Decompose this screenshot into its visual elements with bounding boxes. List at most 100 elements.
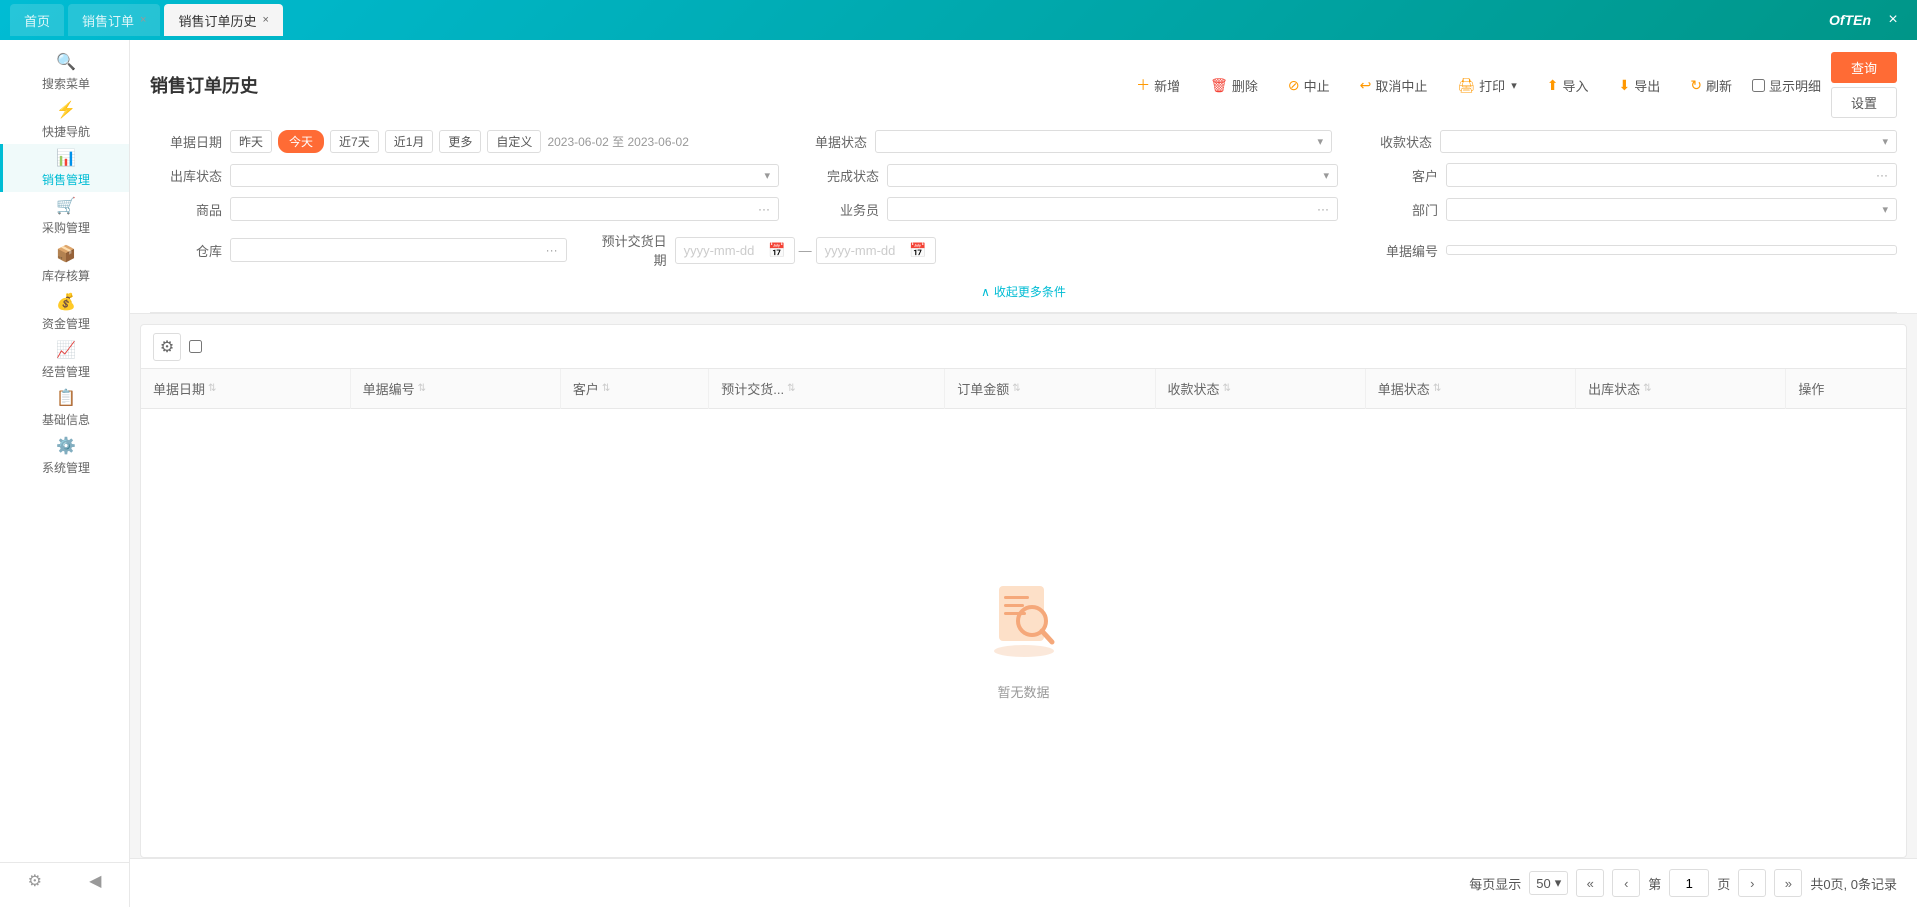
tab-sales-order-history[interactable]: 销售订单历史 × xyxy=(164,4,282,36)
page-number-input[interactable]: 1 xyxy=(1669,869,1709,897)
tab-sales-order-history-close[interactable]: × xyxy=(262,14,268,26)
sort-bill-status[interactable]: 单据状态 ⇅ xyxy=(1378,379,1441,398)
product-input[interactable]: ··· xyxy=(230,197,779,221)
payment-status-select[interactable]: ▾ xyxy=(1440,130,1897,153)
date-btn-today[interactable]: 今天 xyxy=(278,130,324,153)
date-btn-1month[interactable]: 近1月 xyxy=(385,130,434,153)
sidebar-item-search[interactable]: 🔍 搜索菜单 xyxy=(0,48,129,96)
prev-page-btn[interactable]: ‹ xyxy=(1612,869,1640,897)
delivery-date-filter: 预计交货日期 yyyy-mm-dd 📅 — yyyy-mm-dd 📅 xyxy=(595,231,1338,269)
delivery-end-calendar-icon[interactable]: 📅 xyxy=(909,242,926,259)
tab-sales-order-history-label: 销售订单历史 xyxy=(178,11,256,30)
delivery-end-date[interactable]: yyyy-mm-dd 📅 xyxy=(816,237,936,264)
tab-home[interactable]: 首页 xyxy=(10,4,64,36)
delivery-start-calendar-icon[interactable]: 📅 xyxy=(768,242,785,259)
cancel-stop-button[interactable]: ↩ 取消中止 xyxy=(1350,71,1438,100)
main-layout: 🔍 搜索菜单 ⚡ 快捷导航 📊 销售管理 🛒 采购管理 📦 库存核算 💰 资金管… xyxy=(0,40,1917,907)
stop-button[interactable]: ⊘ 中止 xyxy=(1278,71,1340,100)
completion-select[interactable]: ▾ xyxy=(887,164,1338,187)
product-more-icon[interactable]: ··· xyxy=(758,202,770,216)
date-btn-custom[interactable]: 自定义 xyxy=(487,130,541,153)
customer-input[interactable]: ··· xyxy=(1446,163,1897,187)
warehouse-more-icon[interactable]: ··· xyxy=(546,243,558,257)
table-section: ⚙ 单据日期 ⇅ 单据编号 xyxy=(140,324,1907,858)
sidebar-item-purchase-label: 采购管理 xyxy=(42,219,90,236)
import-icon: ⬆ xyxy=(1547,77,1559,94)
sort-outbound-status[interactable]: 出库状态 ⇅ xyxy=(1588,379,1651,398)
finance-icon: 💰 xyxy=(56,292,76,312)
sort-payment-status[interactable]: 收款状态 ⇅ xyxy=(1168,379,1231,398)
sidebar-item-quicknav[interactable]: ⚡ 快捷导航 xyxy=(0,96,129,144)
sidebar-item-basic-info[interactable]: 📋 基础信息 xyxy=(0,384,129,432)
sidebar-item-finance[interactable]: 💰 资金管理 xyxy=(0,288,129,336)
col-operations: 操作 xyxy=(1786,369,1906,409)
completion-label: 完成状态 xyxy=(807,166,879,185)
go-page-label: 第 xyxy=(1648,874,1661,893)
table-settings-btn[interactable]: ⚙ xyxy=(153,333,181,361)
sort-customer[interactable]: 客户 ⇅ xyxy=(573,379,610,398)
sales-icon: 📊 xyxy=(56,148,76,168)
sidebar-collapse-btn[interactable]: ◀ xyxy=(89,871,101,891)
customer-more-icon[interactable]: ··· xyxy=(1876,168,1888,182)
total-label: 共0页, 0条记录 xyxy=(1810,874,1897,893)
sidebar-item-system[interactable]: ⚙️ 系统管理 xyxy=(0,432,129,480)
outbound-status-select[interactable]: ▾ xyxy=(230,164,779,187)
delivery-start-date[interactable]: yyyy-mm-dd 📅 xyxy=(675,237,795,264)
query-button[interactable]: 查询 xyxy=(1831,52,1897,83)
sort-date[interactable]: 单据日期 ⇅ xyxy=(153,379,216,398)
sidebar-item-operations[interactable]: 📈 经营管理 xyxy=(0,336,129,384)
sort-delivery[interactable]: 预计交货... ⇅ xyxy=(721,379,795,398)
first-page-btn[interactable]: « xyxy=(1576,869,1604,897)
settings-button[interactable]: 设置 xyxy=(1831,87,1897,118)
sidebar-settings-btn[interactable]: ⚙ xyxy=(28,871,42,891)
col-outbound-status: 出库状态 ⇅ xyxy=(1576,369,1786,409)
next-page-btn[interactable]: › xyxy=(1738,869,1766,897)
salesperson-label: 业务员 xyxy=(807,200,879,219)
delete-button[interactable]: 🗑 删除 xyxy=(1200,71,1268,100)
add-button[interactable]: ＋ 新增 xyxy=(1126,70,1190,100)
brand-label: OfTEn xyxy=(1829,12,1871,28)
top-close-button[interactable]: × xyxy=(1879,6,1907,34)
warehouse-label: 仓库 xyxy=(150,241,222,260)
delete-label: 删除 xyxy=(1232,76,1258,95)
sidebar: 🔍 搜索菜单 ⚡ 快捷导航 📊 销售管理 🛒 采购管理 📦 库存核算 💰 资金管… xyxy=(0,40,130,907)
print-button[interactable]: 🖨 打印 xyxy=(1447,71,1526,100)
tab-sales-order[interactable]: 销售订单 × xyxy=(68,4,160,36)
import-button[interactable]: ⬆ 导入 xyxy=(1537,71,1599,100)
sort-amount[interactable]: 订单金额 ⇅ xyxy=(957,379,1020,398)
sidebar-item-sales[interactable]: 📊 销售管理 xyxy=(0,144,129,192)
table-select-all-checkbox[interactable] xyxy=(189,340,202,353)
date-btn-yesterday[interactable]: 昨天 xyxy=(230,130,272,153)
go-page-suffix: 页 xyxy=(1717,874,1730,893)
date-btn-7days[interactable]: 近7天 xyxy=(330,130,379,153)
tab-sales-order-close[interactable]: × xyxy=(140,14,146,26)
sort-bill-no[interactable]: 单据编号 ⇅ xyxy=(363,379,426,398)
salesperson-input[interactable]: ··· xyxy=(887,197,1338,221)
date-btn-more[interactable]: 更多 xyxy=(439,130,481,153)
outbound-chevron: ▾ xyxy=(764,169,770,182)
empty-state: 暂无数据 xyxy=(141,409,1906,857)
export-button[interactable]: ⬇ 导出 xyxy=(1608,71,1670,100)
bill-status-select[interactable]: ▾ xyxy=(875,130,1332,153)
sidebar-item-purchase[interactable]: 🛒 采购管理 xyxy=(0,192,129,240)
col-operations-label: 操作 xyxy=(1798,382,1824,397)
refresh-button[interactable]: ↻ 刷新 xyxy=(1680,71,1742,100)
warehouse-input[interactable]: ··· xyxy=(230,238,567,262)
top-bar-right: OfTEn × xyxy=(1829,6,1907,34)
department-select[interactable]: ▾ xyxy=(1446,198,1897,221)
bill-no-input[interactable] xyxy=(1446,245,1897,255)
delete-icon: 🗑 xyxy=(1210,77,1228,94)
last-page-btn[interactable]: » xyxy=(1774,869,1802,897)
salesperson-more-icon[interactable]: ··· xyxy=(1317,202,1329,216)
table-toolbar: ⚙ xyxy=(141,325,1906,369)
sort-amount-icon: ⇅ xyxy=(1012,383,1020,394)
print-label: 打印 xyxy=(1479,76,1505,95)
display-toggle-checkbox[interactable] xyxy=(1752,79,1765,92)
customer-label: 客户 xyxy=(1366,166,1438,185)
collapse-row[interactable]: ∧ 收起更多条件 xyxy=(150,279,1897,304)
col-bill-no: 单据编号 ⇅ xyxy=(350,369,560,409)
col-bill-status-label: 单据状态 xyxy=(1378,379,1430,398)
sidebar-item-system-label: 系统管理 xyxy=(42,459,90,476)
page-size-select[interactable]: 50 ▾ xyxy=(1529,871,1568,895)
sidebar-item-inventory[interactable]: 📦 库存核算 xyxy=(0,240,129,288)
